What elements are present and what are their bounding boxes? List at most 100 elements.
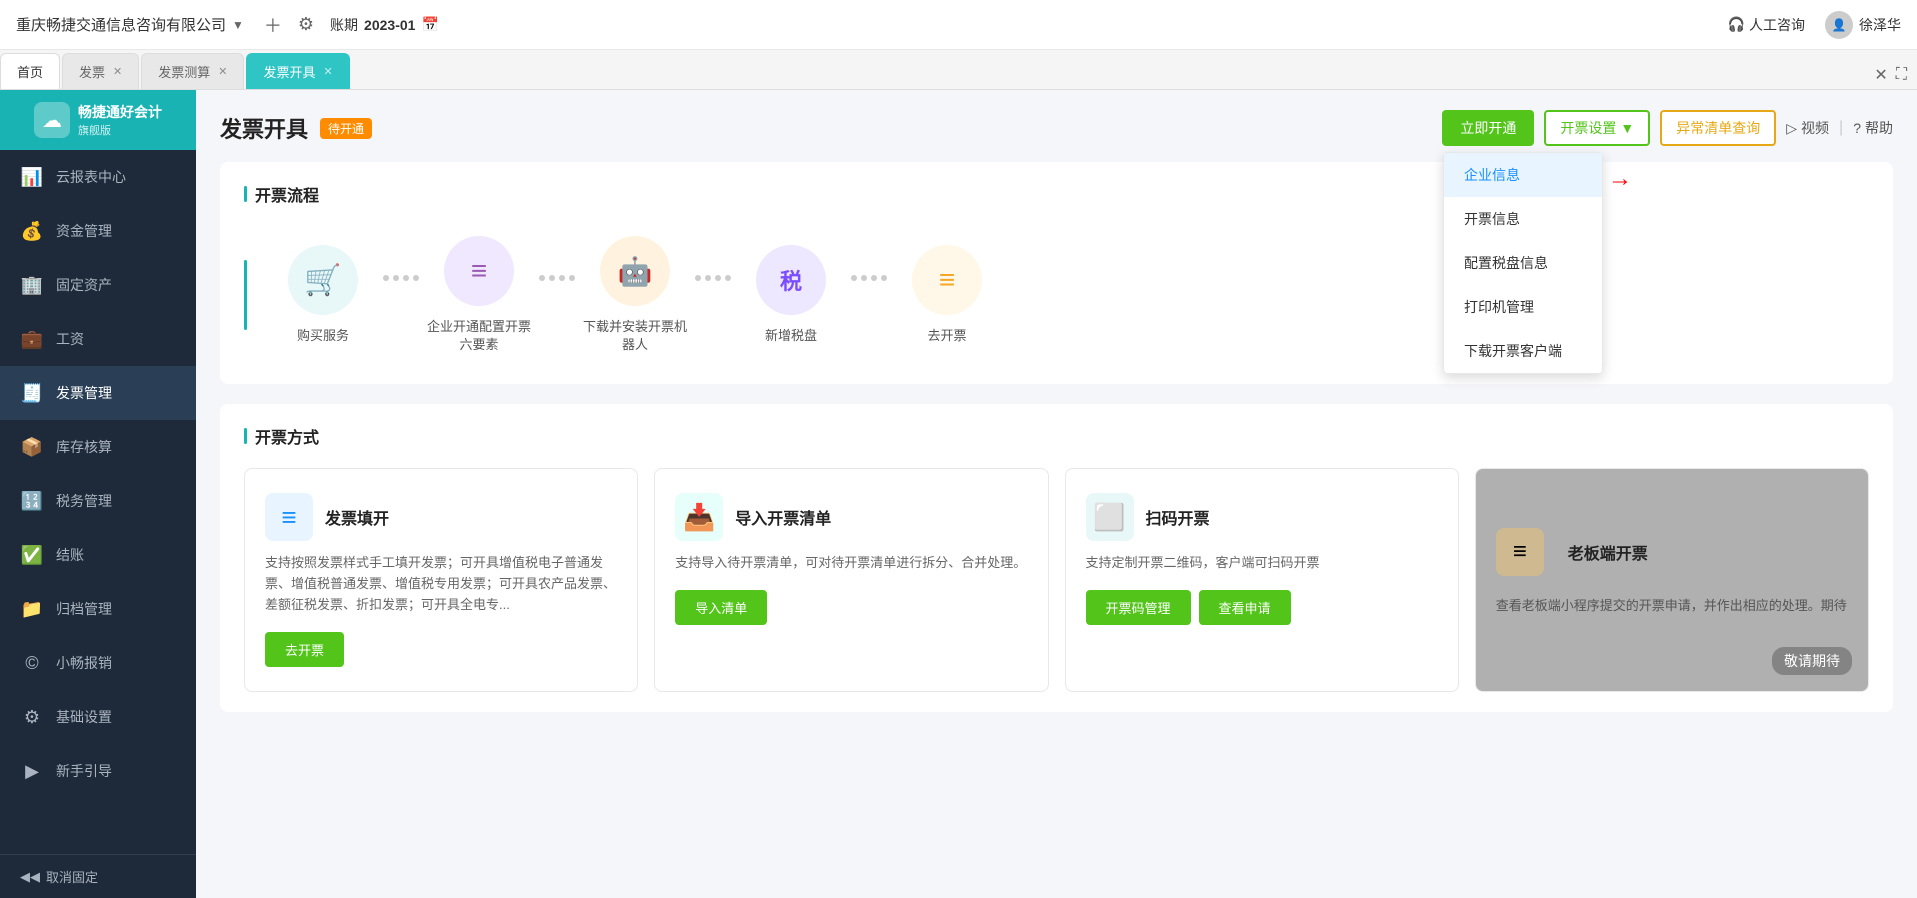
sidebar-item-report-sales[interactable]: © 小畅报销 xyxy=(0,636,196,690)
period-label: 账期 2023-01 📅 xyxy=(330,15,439,35)
dropdown-item-company-info[interactable]: 企业信息 → xyxy=(1444,153,1602,197)
settlement-icon: ✅ xyxy=(20,545,44,566)
billing-section-title: 开票方式 xyxy=(244,424,1869,448)
help-button[interactable]: ? 帮助 xyxy=(1853,118,1893,138)
invoice-icon: 🧾 xyxy=(20,383,44,404)
process-section: 开票流程 🛒 购买服务 xyxy=(220,162,1893,384)
boss-billing-icon: ≡ xyxy=(1496,528,1544,576)
headset-icon: 🎧 xyxy=(1728,16,1745,33)
sidebar-item-fixed-assets[interactable]: 🏢 固定资产 xyxy=(0,258,196,312)
status-badge: 待开通 xyxy=(320,118,372,139)
sidebar-item-basic-settings[interactable]: ⚙ 基础设置 xyxy=(0,690,196,744)
settings-dropdown: 企业信息 → 开票信息 配置税盘信息 打印机管理 下载开票客户端 xyxy=(1443,152,1603,374)
step5-icon: ≡ xyxy=(912,245,982,315)
close-icon[interactable]: ✕ xyxy=(218,65,227,78)
settings-button[interactable]: 开票设置 ▼ xyxy=(1544,110,1650,146)
inventory-icon: 📦 xyxy=(20,437,44,458)
dropdown-item-printer-mgmt[interactable]: 打印机管理 xyxy=(1444,285,1602,329)
import-billing-desc: 支持导入待开票清单，可对待开票清单进行拆分、合并处理。 xyxy=(675,553,1027,574)
report-sales-icon: © xyxy=(20,653,44,674)
import-billing-icon: 📥 xyxy=(675,493,723,541)
video-button[interactable]: ▷ 视频 xyxy=(1786,118,1829,138)
scan-billing-title: 扫码开票 xyxy=(1146,505,1210,529)
manual-billing-icon: ≡ xyxy=(265,493,313,541)
sidebar-item-inventory[interactable]: 📦 库存核算 xyxy=(0,420,196,474)
sidebar-cancel-pin[interactable]: ◀◀ 取消固定 xyxy=(0,854,196,898)
fixed-assets-icon: 🏢 xyxy=(20,275,44,296)
billing-section: 开票方式 ≡ 发票填开 支持按照发票样式手工填开发票；可开具增值税电子普通发票、… xyxy=(220,404,1893,711)
play-circle-icon: ▷ xyxy=(1786,120,1797,137)
avatar: 👤 xyxy=(1825,11,1853,39)
boss-billing-desc: 查看老板端小程序提交的开票申请，并作出相应的处理。期待 xyxy=(1496,596,1848,617)
sidebar-item-invoice-mgmt[interactable]: 🧾 发票管理 xyxy=(0,366,196,420)
settings-icon[interactable]: ⚙ xyxy=(298,14,314,35)
scan-billing-icon: ⬜ xyxy=(1086,493,1134,541)
sidebar: ☁ 畅捷通好会计 旗舰版 📊 云报表中心 💰 资金管理 🏢 固定资产 💼 xyxy=(0,90,196,898)
maximize-icon[interactable]: ⛶ xyxy=(1896,66,1907,84)
close-icon[interactable]: ✕ xyxy=(324,65,333,78)
user-info[interactable]: 👤 徐泽华 xyxy=(1825,11,1901,39)
sidebar-item-salary[interactable]: 💼 工资 xyxy=(0,312,196,366)
tax-icon: 🔢 xyxy=(20,491,44,512)
sidebar-item-fund-mgmt[interactable]: 💰 资金管理 xyxy=(0,204,196,258)
dropdown-item-invoice-info[interactable]: 开票信息 xyxy=(1444,197,1602,241)
scan-billing-btn2[interactable]: 查看申请 xyxy=(1199,590,1291,625)
tab-invoice-issue[interactable]: 发票开具 ✕ xyxy=(246,53,349,89)
user-name: 徐泽华 xyxy=(1859,15,1901,35)
salary-icon: 💼 xyxy=(20,329,44,350)
play-icon: ▶ xyxy=(20,761,44,782)
logo-icon: ☁ xyxy=(34,102,70,138)
company-name: 重庆畅捷交通信息咨询有限公司 xyxy=(16,14,226,35)
sidebar-item-new-guide[interactable]: ▶ 新手引导 xyxy=(0,744,196,798)
page-title-row: 发票开具 待开通 xyxy=(220,112,372,144)
tab-bar: 首页 发票 ✕ 发票测算 ✕ 发票开具 ✕ ✕ ⛶ xyxy=(0,50,1917,90)
boss-billing-title: 老板端开票 xyxy=(1568,540,1648,564)
step5-label: 去开票 xyxy=(927,327,966,345)
process-step-5: ≡ 去开票 xyxy=(887,245,1007,345)
activate-button[interactable]: 立即开通 xyxy=(1442,110,1534,146)
logo-title: 畅捷通好会计 xyxy=(78,102,162,122)
step4-label: 新增税盘 xyxy=(765,327,817,345)
exception-list-button[interactable]: 异常清单查询 xyxy=(1660,110,1776,146)
process-step-4: 税 新增税盘 xyxy=(731,245,851,345)
top-bar-actions: ＋ ⚙ 账期 2023-01 📅 xyxy=(264,12,439,38)
process-step-3: 🤖 下载并安装开票机器人 xyxy=(575,236,695,354)
billing-card-import: 📥 导入开票清单 支持导入待开票清单，可对待开票清单进行拆分、合并处理。 导入清… xyxy=(654,468,1048,691)
logo-text-block: 畅捷通好会计 旗舰版 xyxy=(78,102,162,138)
billing-card-boss: ≡ 老板端开票 查看老板端小程序提交的开票申请，并作出相应的处理。期待 敬请期待 xyxy=(1475,468,1869,691)
import-billing-title: 导入开票清单 xyxy=(735,505,831,529)
tab-invoice-calc[interactable]: 发票测算 ✕ xyxy=(141,53,244,89)
step-indicator-line xyxy=(244,260,247,330)
archive-icon: 📁 xyxy=(20,599,44,620)
calendar-icon[interactable]: 📅 xyxy=(421,16,438,33)
dropdown-item-download-client[interactable]: 下载开票客户端 xyxy=(1444,329,1602,373)
connector-3 xyxy=(695,275,731,281)
sidebar-item-cloud-report[interactable]: 📊 云报表中心 xyxy=(0,150,196,204)
sidebar-item-archive[interactable]: 📁 归档管理 xyxy=(0,582,196,636)
step2-icon: ≡ xyxy=(444,236,514,306)
step1-label: 购买服务 xyxy=(297,327,349,345)
content-area: 发票开具 待开通 立即开通 开票设置 ▼ 异常清单查询 ▷ 视频 | ? 帮助 xyxy=(196,90,1917,898)
company-dropdown-arrow: ▼ xyxy=(232,18,244,32)
process-step-1: 🛒 购买服务 xyxy=(263,245,383,345)
logo-badge: 旗舰版 xyxy=(78,122,162,138)
billing-card-scan: ⬜ 扫码开票 支持定制开票二维码，客户端可扫码开票 开票码管理 查看申请 xyxy=(1065,468,1459,691)
tab-invoice[interactable]: 发票 ✕ xyxy=(62,53,139,89)
tab-home[interactable]: 首页 xyxy=(0,53,60,89)
sidebar-logo: ☁ 畅捷通好会计 旗舰版 xyxy=(0,90,196,150)
close-window-icon[interactable]: ✕ xyxy=(1874,65,1887,85)
connector-4 xyxy=(851,275,887,281)
sidebar-item-settlement[interactable]: ✅ 结账 xyxy=(0,528,196,582)
add-icon[interactable]: ＋ xyxy=(264,12,282,38)
support-button[interactable]: 🎧 人工咨询 xyxy=(1728,15,1805,35)
sidebar-item-tax-mgmt[interactable]: 🔢 税务管理 xyxy=(0,474,196,528)
close-icon[interactable]: ✕ xyxy=(113,65,122,78)
manual-billing-btn[interactable]: 去开票 xyxy=(265,632,344,667)
page-header: 发票开具 待开通 立即开通 开票设置 ▼ 异常清单查询 ▷ 视频 | ? 帮助 xyxy=(196,90,1917,162)
dropdown-item-tax-config[interactable]: 配置税盘信息 xyxy=(1444,241,1602,285)
scan-billing-btn1[interactable]: 开票码管理 xyxy=(1086,590,1191,625)
company-selector[interactable]: 重庆畅捷交通信息咨询有限公司 ▼ xyxy=(16,14,244,35)
tab-bar-right: ✕ ⛶ xyxy=(1874,65,1917,89)
import-billing-btn[interactable]: 导入清单 xyxy=(675,590,767,625)
manual-billing-desc: 支持按照发票样式手工填开发票；可开具增值税电子普通发票、增值税普通发票、增值税专… xyxy=(265,553,617,615)
